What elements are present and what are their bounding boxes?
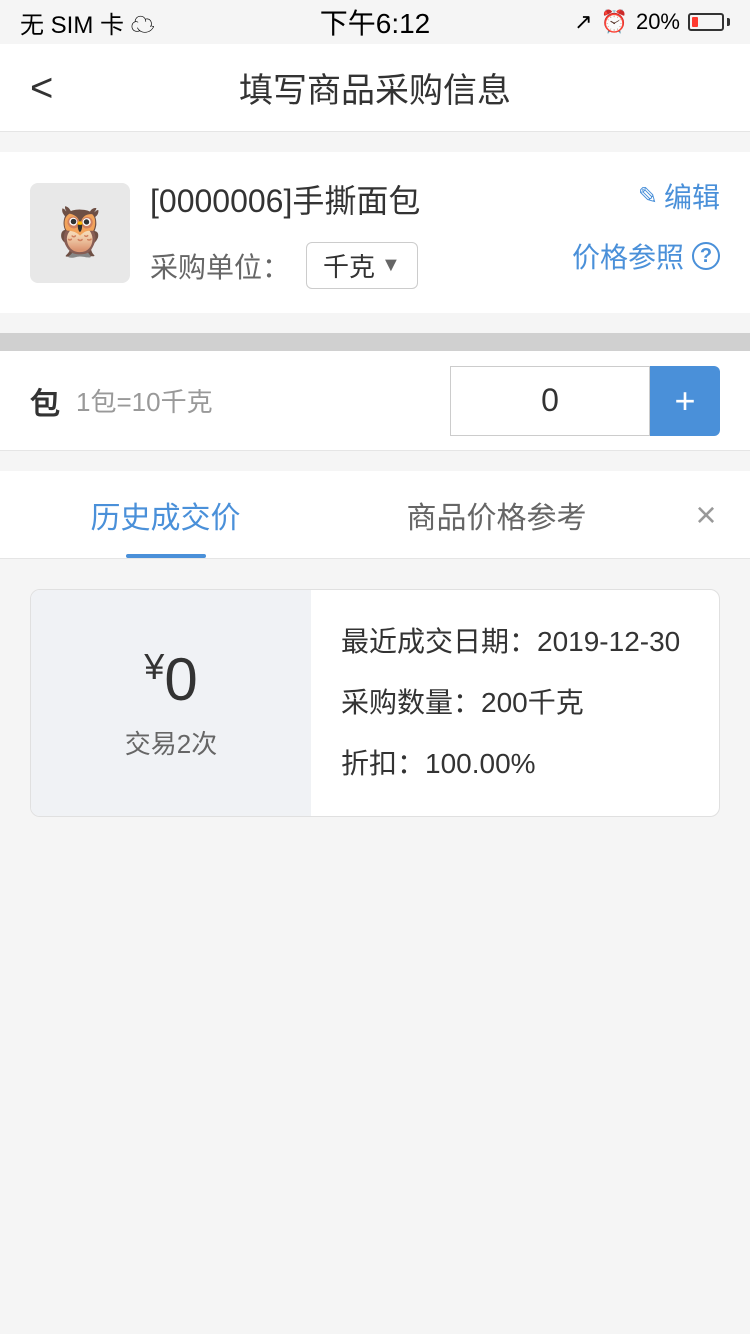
quantity-left: 包 1包=10千克: [30, 379, 213, 423]
alarm-icon: ⏰: [601, 9, 628, 35]
price-ref-label: 价格参照: [572, 236, 684, 276]
product-thumbnail: 🦉: [30, 183, 130, 283]
status-time: 下午6:12: [320, 2, 431, 42]
separator: [0, 333, 750, 351]
tab-active-underline: [126, 554, 206, 558]
price-value: 0: [164, 646, 197, 713]
recent-date-label: 最近成交日期：: [341, 626, 537, 657]
recent-date-value: 2019-12-30: [537, 626, 680, 657]
back-button[interactable]: <: [30, 68, 53, 108]
unit-select-dropdown[interactable]: 千克 ▼: [306, 242, 418, 289]
plus-icon: +: [674, 380, 695, 422]
help-icon: ?: [692, 242, 720, 270]
product-right: ✎ 编辑 价格参照 ?: [572, 176, 720, 276]
close-icon: ×: [695, 494, 716, 536]
price-card: ¥0 交易2次 最近成交日期：2019-12-30 采购数量：200千克 折扣：…: [30, 589, 720, 817]
tab-product-price-ref-label: 商品价格参考: [407, 493, 587, 537]
tab-history-price[interactable]: 历史成交价: [0, 471, 331, 558]
edit-label: 编辑: [664, 176, 720, 216]
price-reference-button[interactable]: 价格参照 ?: [572, 236, 720, 276]
page-title: 填写商品采购信息: [239, 63, 511, 112]
quantity-input[interactable]: 0: [450, 366, 650, 436]
product-logo-icon: 🦉: [50, 209, 110, 257]
status-right: ↗ ⏰ 20%: [574, 9, 730, 35]
location-icon: ↗: [574, 9, 592, 35]
tab-close-button[interactable]: ×: [662, 471, 750, 559]
chevron-down-icon: ▼: [381, 254, 401, 277]
status-left: 无 SIM 卡 ☁: [20, 5, 155, 40]
purchase-qty-value: 200千克: [481, 687, 584, 718]
discount-row: 折扣：100.00%: [341, 742, 689, 787]
recent-date-row: 最近成交日期：2019-12-30: [341, 620, 689, 665]
purchase-qty-label: 采购数量：: [341, 687, 481, 718]
quantity-row: 包 1包=10千克 0 +: [0, 351, 750, 451]
product-info: [0000006]手撕面包 采购单位： 千克 ▼: [150, 176, 420, 289]
currency-symbol: ¥: [144, 646, 164, 687]
tab-product-price-ref[interactable]: 商品价格参考: [331, 471, 662, 558]
quantity-right: 0 +: [450, 366, 720, 436]
price-amount: ¥0: [144, 645, 197, 714]
battery-indicator: [688, 13, 730, 31]
product-name: [0000006]手撕面包: [150, 176, 420, 222]
price-card-left: ¥0 交易2次: [31, 590, 311, 816]
main-content: 历史成交价 商品价格参考 × ¥0 交易2次 最近成交日期：2019-12-30…: [0, 471, 750, 1271]
unit-label: 采购单位：: [150, 246, 290, 286]
purchase-qty-row: 采购数量：200千克: [341, 681, 689, 726]
product-unit-row: 采购单位： 千克 ▼: [150, 242, 420, 289]
product-card: 🦉 [0000006]手撕面包 采购单位： 千克 ▼ ✎ 编辑 价格参照: [0, 152, 750, 313]
quantity-plus-button[interactable]: +: [650, 366, 720, 436]
quantity-unit-badge: 包: [30, 379, 60, 423]
quantity-value: 0: [541, 382, 559, 419]
edit-icon: ✎: [638, 182, 658, 211]
quantity-conversion: 1包=10千克: [76, 382, 213, 419]
price-transactions: 交易2次: [125, 724, 217, 761]
tab-history-price-label: 历史成交价: [91, 493, 241, 537]
edit-button[interactable]: ✎ 编辑: [638, 176, 720, 216]
discount-value: 100.00%: [425, 748, 536, 779]
unit-value: 千克: [323, 247, 375, 284]
status-bar: 无 SIM 卡 ☁ 下午6:12 ↗ ⏰ 20%: [0, 0, 750, 44]
tab-bar: 历史成交价 商品价格参考 ×: [0, 471, 750, 559]
discount-label: 折扣：: [341, 748, 425, 779]
product-left: 🦉 [0000006]手撕面包 采购单位： 千克 ▼: [30, 176, 420, 289]
sim-status: 无 SIM 卡 ☁: [20, 5, 155, 40]
battery-percentage: 20%: [636, 9, 680, 35]
nav-bar: < 填写商品采购信息: [0, 44, 750, 132]
price-card-right: 最近成交日期：2019-12-30 采购数量：200千克 折扣：100.00%: [311, 590, 719, 816]
